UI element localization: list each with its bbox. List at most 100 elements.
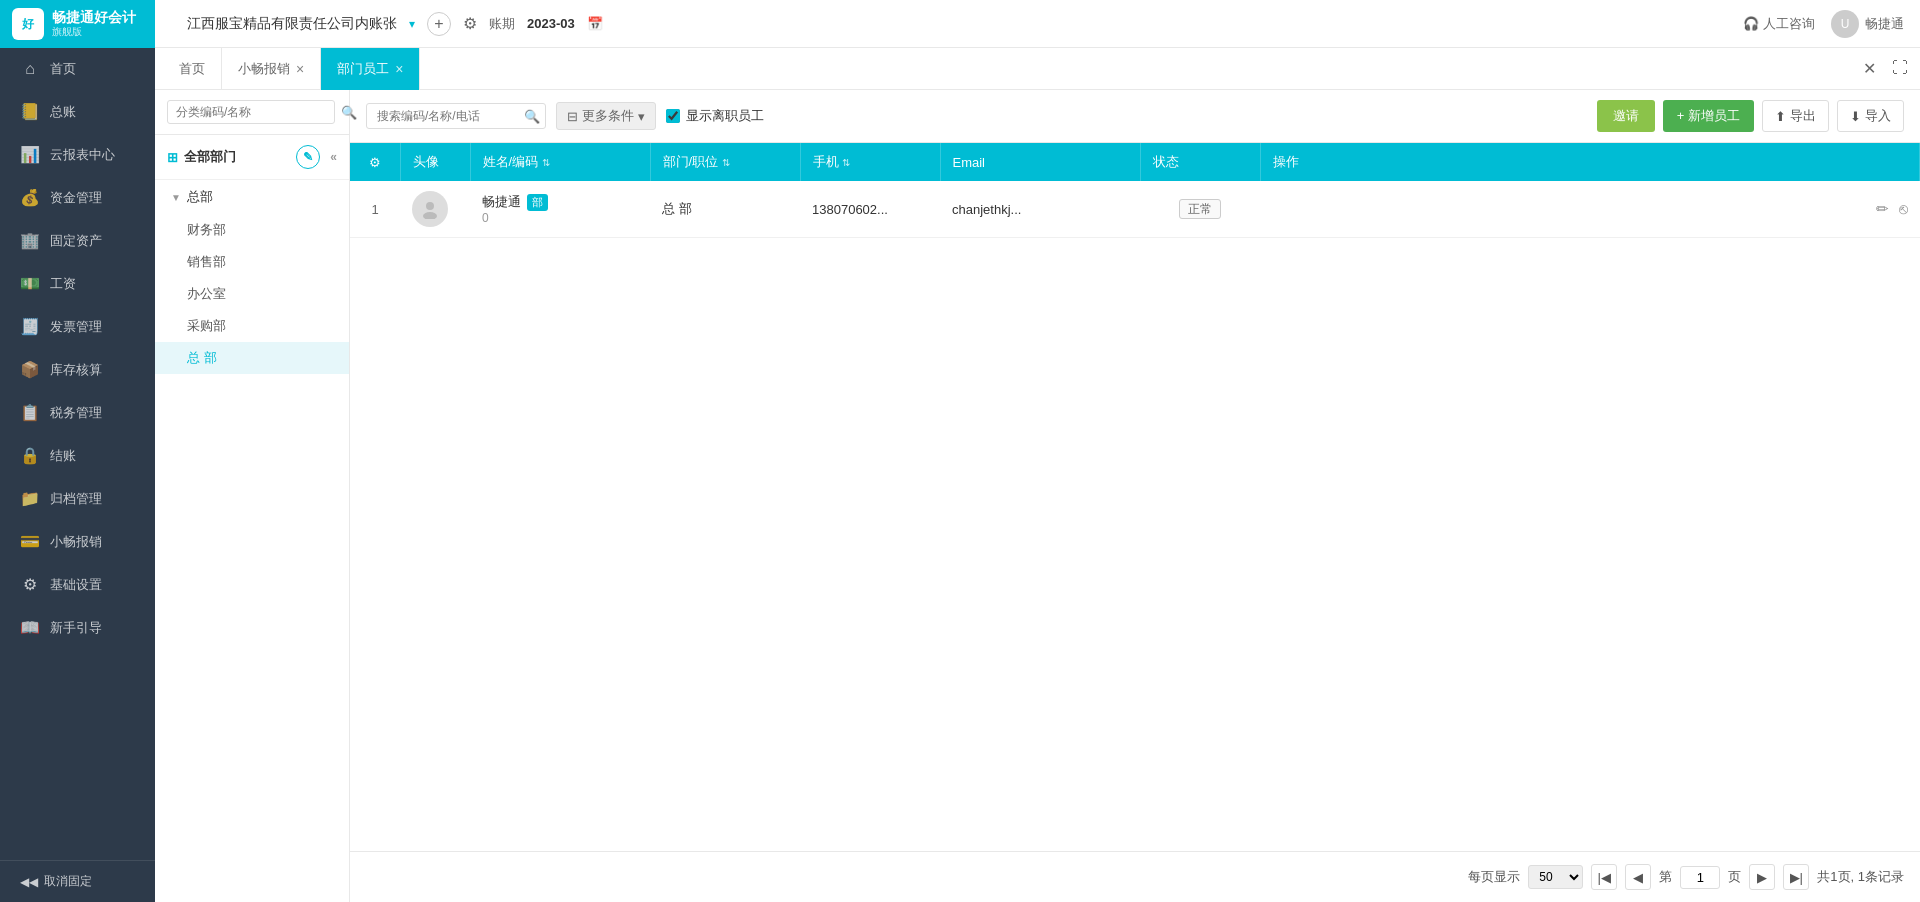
row-avatar: [400, 181, 470, 238]
dept-collapse-btn[interactable]: «: [330, 150, 337, 164]
dept-search-input[interactable]: [167, 100, 335, 124]
tab-employees[interactable]: 部门员工 ×: [321, 48, 420, 90]
logo-icon: 好: [12, 8, 44, 40]
page-last-btn[interactable]: ▶|: [1783, 864, 1809, 890]
table-row: 1: [350, 181, 1920, 238]
dept-edit-btn[interactable]: ✎: [296, 145, 320, 169]
sidebar-item-expense[interactable]: 💳 小畅报销: [0, 520, 155, 563]
svg-point-1: [423, 212, 437, 219]
employee-search-input[interactable]: [366, 103, 546, 129]
sidebar-item-funds[interactable]: 💰 资金管理: [0, 176, 155, 219]
left-arrow-icon: ◀◀: [20, 875, 38, 889]
col-header-actions: 操作: [1260, 143, 1920, 181]
sidebar-item-assets[interactable]: 🏢 固定资产: [0, 219, 155, 262]
sidebar-item-reports[interactable]: 📊 云报表中心: [0, 133, 155, 176]
tab-expense-close[interactable]: ×: [296, 61, 304, 77]
page-next-btn[interactable]: ▶: [1749, 864, 1775, 890]
tab-home[interactable]: 首页: [163, 48, 222, 90]
page-first-btn[interactable]: |◀: [1591, 864, 1617, 890]
employee-table: ⚙ 头像 姓名/编码 ⇅ 部门/职位 ⇅: [350, 143, 1920, 238]
service-btn[interactable]: 🎧 人工咨询: [1743, 15, 1815, 33]
dept-parent-headquarters[interactable]: ▼ 总部: [155, 180, 349, 214]
col-header-name[interactable]: 姓名/编码 ⇅: [470, 143, 650, 181]
avatar: U: [1831, 10, 1859, 38]
dept-search-box: 🔍: [155, 90, 349, 135]
dept-child-office[interactable]: 办公室: [155, 278, 349, 310]
employee-table-container: ⚙ 头像 姓名/编码 ⇅ 部门/职位 ⇅: [350, 143, 1920, 851]
row-name-cell: 畅捷通 部 0: [470, 181, 650, 238]
import-icon: ⬇: [1850, 109, 1861, 124]
logout-icon[interactable]: ⎋: [1899, 200, 1908, 218]
col-header-dept[interactable]: 部门/职位 ⇅: [650, 143, 800, 181]
col-header-phone[interactable]: 手机 ⇅: [800, 143, 940, 181]
col-header-settings[interactable]: ⚙: [350, 143, 400, 181]
row-index: 1: [350, 181, 400, 238]
company-name: 江西服宝精品有限责任公司内账张: [187, 15, 397, 33]
close-window-btn[interactable]: ✕: [1859, 55, 1880, 82]
dept-badge: 部: [527, 194, 548, 211]
employee-search-btn[interactable]: 🔍: [524, 109, 540, 124]
unpin-btn[interactable]: ◀◀ 取消固定: [0, 860, 155, 902]
tab-employees-close[interactable]: ×: [395, 61, 403, 77]
show-resigned-checkbox[interactable]: [666, 109, 680, 123]
user-area[interactable]: U 畅捷通: [1831, 10, 1904, 38]
period-label: 账期: [489, 15, 515, 33]
page-size-label: 每页显示: [1468, 868, 1520, 886]
col-header-email: Email: [940, 143, 1140, 181]
page-content: 🔍 ⊞ 全部部门 ✎ « ▼ 总部 财务部 销售部: [155, 90, 1920, 902]
tax-icon: 📋: [20, 403, 40, 422]
page-prev-btn[interactable]: ◀: [1625, 864, 1651, 890]
emp-name-row: 畅捷通 部: [482, 193, 638, 211]
dept-child-general[interactable]: 总 部: [155, 342, 349, 374]
col-header-avatar: 头像: [400, 143, 470, 181]
edit-icon[interactable]: ✏: [1876, 200, 1889, 218]
expand-window-btn[interactable]: ⛶: [1888, 55, 1912, 82]
filter-btn[interactable]: ⊟ 更多条件 ▾: [556, 102, 656, 130]
dept-child-purchase[interactable]: 采购部: [155, 310, 349, 342]
export-label: 导出: [1790, 107, 1816, 125]
tab-expense-label: 小畅报销: [238, 60, 290, 78]
sidebar-item-guide[interactable]: 📖 新手引导: [0, 606, 155, 649]
expense-icon: 💳: [20, 532, 40, 551]
show-resigned-label[interactable]: 显示离职员工: [666, 107, 764, 125]
add-company-btn[interactable]: +: [427, 12, 451, 36]
company-dropdown-btn[interactable]: ▾: [409, 17, 415, 31]
toolbar: 🔍 ⊟ 更多条件 ▾ 显示离职员工 邀请 + 新增员工: [350, 90, 1920, 143]
avatar: [412, 191, 448, 227]
sidebar-item-invoice[interactable]: 🧾 发票管理: [0, 305, 155, 348]
export-icon: ⬆: [1775, 109, 1786, 124]
sidebar-item-home[interactable]: ⌂ 首页: [0, 48, 155, 90]
sidebar-item-archive[interactable]: 📁 归档管理: [0, 477, 155, 520]
assets-icon: 🏢: [20, 231, 40, 250]
export-btn[interactable]: ⬆ 导出: [1762, 100, 1829, 132]
sidebar-item-settings[interactable]: ⚙ 基础设置: [0, 563, 155, 606]
unpin-label: 取消固定: [44, 873, 92, 890]
add-employee-btn[interactable]: + 新增员工: [1663, 100, 1754, 132]
sidebar-label-closing: 结账: [50, 447, 76, 465]
row-status: 正常: [1140, 181, 1260, 238]
sidebar-item-salary[interactable]: 💵 工资: [0, 262, 155, 305]
col-name-label: 姓名/编码: [483, 154, 539, 169]
sidebar-item-tax[interactable]: 📋 税务管理: [0, 391, 155, 434]
sidebar-item-ledger[interactable]: 📒 总账: [0, 90, 155, 133]
page-size-select[interactable]: 50 10 20 100: [1528, 865, 1583, 889]
sidebar: ⌂ 首页 📒 总账 📊 云报表中心 💰 资金管理 🏢 固定资产 💵 工资 🧾 发…: [0, 48, 155, 902]
tab-expense[interactable]: 小畅报销 ×: [222, 48, 321, 90]
dept-child-sales[interactable]: 销售部: [155, 246, 349, 278]
settings-icon[interactable]: ⚙: [463, 14, 477, 33]
col-phone-sort-icon: ⇅: [842, 157, 850, 168]
reports-icon: 📊: [20, 145, 40, 164]
app-name: 畅捷通好会计: [52, 9, 136, 26]
calendar-icon[interactable]: 📅: [587, 16, 603, 31]
dept-child-finance[interactable]: 财务部: [155, 214, 349, 246]
col-header-status: 状态: [1140, 143, 1260, 181]
invite-btn[interactable]: 邀请: [1597, 100, 1655, 132]
dept-arrow-icon: ▼: [171, 192, 181, 203]
import-btn[interactable]: ⬇ 导入: [1837, 100, 1904, 132]
page-input[interactable]: [1680, 866, 1720, 889]
app-version: 旗舰版: [52, 25, 136, 39]
sidebar-label-ledger: 总账: [50, 103, 76, 121]
sidebar-item-inventory[interactable]: 📦 库存核算: [0, 348, 155, 391]
app-logo: 好 畅捷通好会计 旗舰版: [0, 0, 155, 48]
sidebar-item-closing[interactable]: 🔒 结账: [0, 434, 155, 477]
